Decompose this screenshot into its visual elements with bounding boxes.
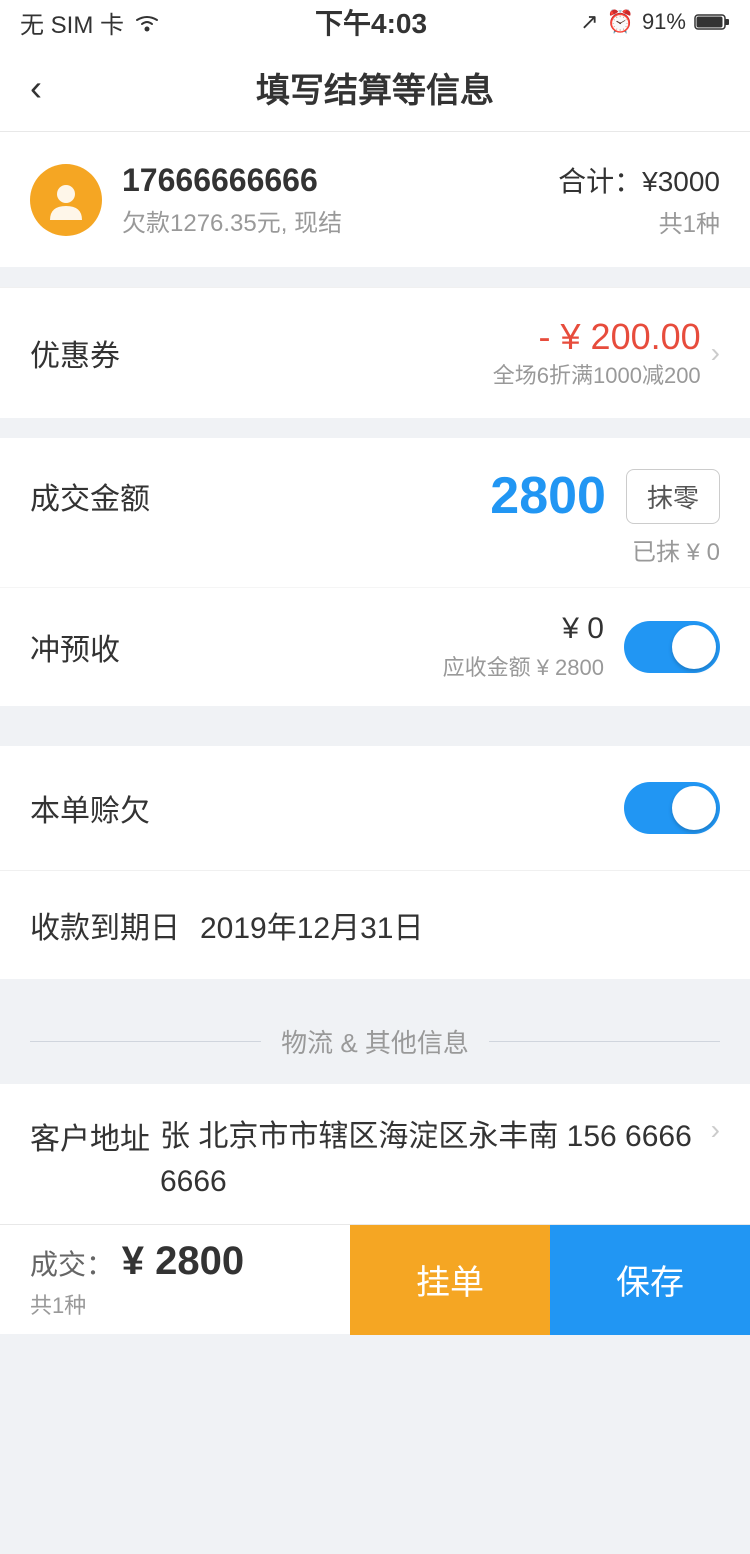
customer-info-card: 17666666666 欠款1276.35元, 现结 合计：¥3000 共1种 [0, 132, 750, 267]
coupon-row[interactable]: 优惠券 - ¥ 200.00 全场6折满1000减200 › [0, 287, 750, 418]
address-row[interactable]: 客户地址 张 北京市市辖区海淀区永丰南 156 6666 6666 › [0, 1084, 750, 1234]
separator-1 [0, 418, 750, 438]
form-section: 成交金额 2800 抹零 已抹 ¥ 0 冲预收 ¥ 0 应收金额 ¥ 2800 [0, 438, 750, 706]
bottom-count: 共1种 [30, 1288, 350, 1320]
status-right: ↗ ⏰ 91% [580, 9, 730, 35]
prereceive-sub: 应收金额 ¥ 2800 [443, 650, 604, 682]
total-label: 合计： [558, 166, 642, 197]
amount-value: 2800 [490, 466, 606, 526]
customer-info: 17666666666 欠款1276.35元, 现结 [122, 162, 342, 238]
duedate-label: 收款到期日 [30, 903, 180, 947]
bottom-deal-label: 成交： [30, 1249, 114, 1280]
round-button[interactable]: 抹零 [626, 469, 720, 524]
prereceive-amount-block: ¥ 0 应收金额 ¥ 2800 [443, 612, 604, 682]
hold-button[interactable]: 挂单 [350, 1225, 550, 1335]
prereceive-amount: ¥ 0 [443, 612, 604, 646]
amount-row: 成交金额 2800 抹零 [0, 438, 750, 526]
customer-left: 17666666666 欠款1276.35元, 现结 [30, 162, 342, 238]
amount-right: 2800 抹零 [490, 466, 720, 526]
separator-3 [0, 979, 750, 999]
avatar [30, 164, 102, 236]
prereceive-label: 冲预收 [30, 625, 120, 669]
wifi-icon [132, 12, 162, 32]
status-time: 下午4:03 [315, 2, 427, 42]
address-chevron-icon: › [711, 1114, 720, 1146]
debt-label: 本单赊欠 [30, 786, 150, 830]
back-button[interactable]: ‹ [30, 67, 42, 109]
divider-line-left [30, 1041, 261, 1042]
nav-bar: ‹ 填写结算等信息 [0, 44, 750, 132]
page-title: 填写结算等信息 [256, 63, 494, 112]
coupon-discount: - ¥ 200.00 [493, 316, 701, 358]
battery-status: 91% [642, 9, 686, 35]
separator-2 [0, 706, 750, 726]
avatar-icon [44, 178, 88, 222]
battery-icon [694, 13, 730, 31]
prereceive-right: ¥ 0 应收金额 ¥ 2800 [443, 612, 720, 682]
bottom-deal-amount: ¥ 2800 [122, 1239, 244, 1283]
debt-toggle[interactable] [624, 782, 720, 834]
coupon-right-block: - ¥ 200.00 全场6折满1000减200 [493, 316, 701, 390]
sim-status: 无 SIM 卡 [20, 5, 124, 40]
status-left: 无 SIM 卡 [20, 5, 162, 40]
debt-toggle-thumb [672, 786, 716, 830]
bottom-bar: 成交： ¥ 2800 共1种 挂单 保存 [0, 1224, 750, 1334]
duedate-row: 收款到期日 2019年12月31日 [0, 870, 750, 979]
coupon-chevron-icon: › [711, 337, 720, 369]
content-area: 17666666666 欠款1276.35元, 现结 合计：¥3000 共1种 … [0, 132, 750, 1554]
customer-sub: 欠款1276.35元, 现结 [122, 203, 342, 238]
divider-line-right [489, 1041, 720, 1042]
logistics-divider: 物流 & 其他信息 [0, 999, 750, 1084]
alarm-icon: ⏰ [607, 9, 634, 35]
bottom-deal-line: 成交： ¥ 2800 [30, 1239, 350, 1284]
coupon-label: 优惠券 [30, 331, 120, 375]
total-value: ¥3000 [642, 166, 720, 197]
amount-label: 成交金额 [30, 474, 150, 518]
logistics-divider-text: 物流 & 其他信息 [261, 1023, 489, 1060]
prereceive-toggle-thumb [672, 625, 716, 669]
customer-total: 合计：¥3000 共1种 [558, 160, 720, 239]
address-value: 张 北京市市辖区海淀区永丰南 156 6666 6666 [150, 1114, 711, 1204]
debt-row: 本单赊欠 [0, 746, 750, 870]
amount-sub: 已抹 ¥ 0 [0, 526, 750, 587]
customer-count: 共1种 [558, 204, 720, 239]
coupon-description: 全场6折满1000减200 [493, 358, 701, 390]
coupon-right: - ¥ 200.00 全场6折满1000减200 › [493, 316, 720, 390]
location-icon: ↗ [580, 9, 598, 35]
customer-total-value: 合计：¥3000 [558, 160, 720, 200]
address-label: 客户地址 [30, 1114, 150, 1158]
prereceive-toggle[interactable] [624, 621, 720, 673]
save-button[interactable]: 保存 [550, 1225, 750, 1335]
status-bar: 无 SIM 卡 下午4:03 ↗ ⏰ 91% [0, 0, 750, 44]
customer-phone: 17666666666 [122, 162, 342, 199]
duedate-value: 2019年12月31日 [200, 903, 423, 947]
prereceive-row: 冲预收 ¥ 0 应收金额 ¥ 2800 [0, 587, 750, 706]
bottom-summary: 成交： ¥ 2800 共1种 [0, 1239, 350, 1320]
